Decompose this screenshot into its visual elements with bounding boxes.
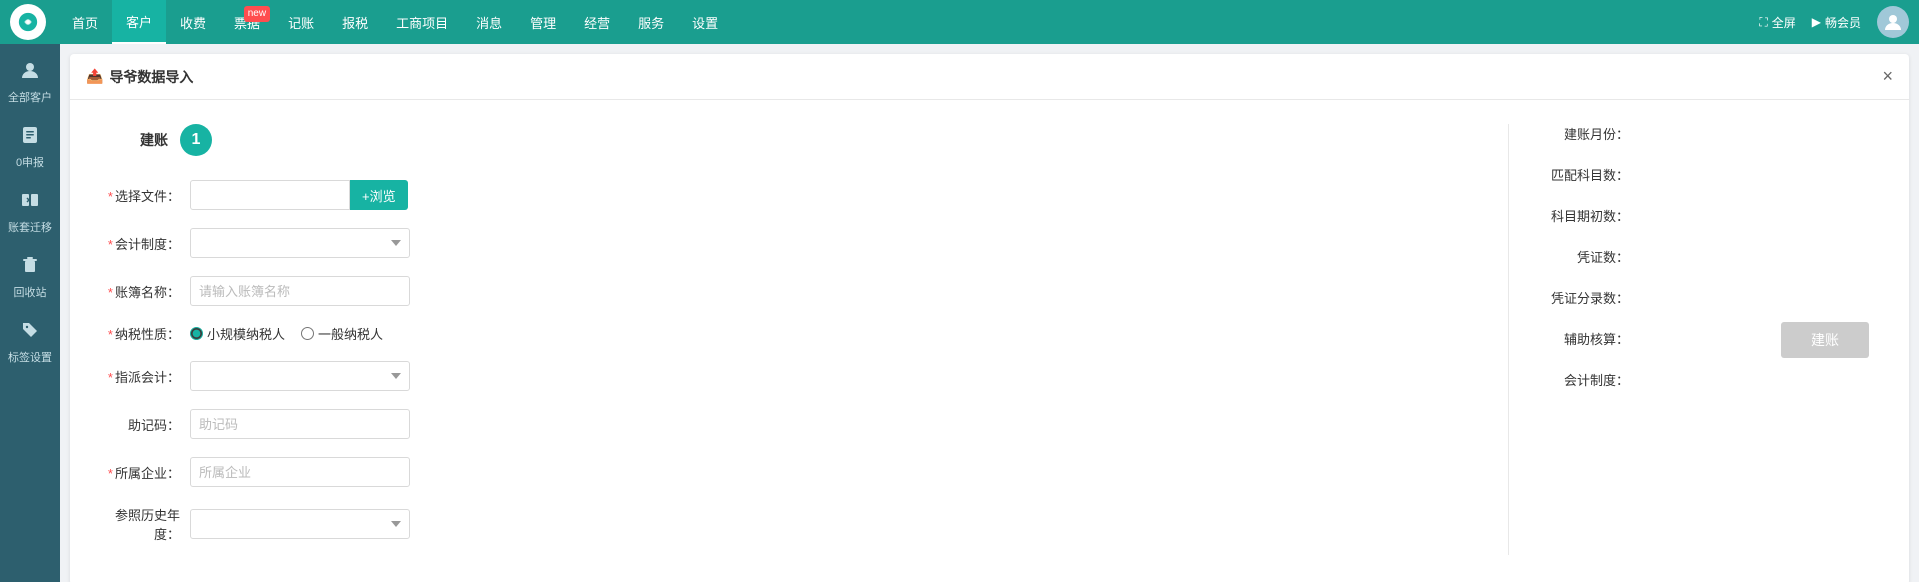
fullscreen-icon: ⛶ <box>1759 15 1767 30</box>
nav-fees[interactable]: 收费 <box>166 0 220 44</box>
dialog-title: 📤 导爷数据导入 <box>86 67 193 87</box>
accounting-system-label: *会计制度： <box>100 234 190 253</box>
info-section: 建账月份： 匹配科目数： 科目期初数： 凭证数： <box>1509 124 1909 555</box>
declaration-icon <box>20 125 40 150</box>
topnav: 首页 客户 收费 票据 new 记账 报税 工商项目 消息 管理 经营 服务 设… <box>0 0 1919 44</box>
sidebar-item-tags[interactable]: 标签设置 <box>2 312 58 373</box>
assign-accountant-row: *指派会计： <box>100 361 1478 391</box>
nav-home[interactable]: 首页 <box>58 0 112 44</box>
build-account-button[interactable]: 建账 <box>1781 322 1869 358</box>
sidebar-item-declaration[interactable]: 0申报 <box>2 117 58 178</box>
upload-icon: 📤 <box>86 68 103 85</box>
company-label: *所属企业： <box>100 463 190 482</box>
history-year-select[interactable] <box>190 509 410 539</box>
trash-icon <box>20 255 40 280</box>
nav-tax[interactable]: 报税 <box>328 0 382 44</box>
nav-tickets[interactable]: 票据 new <box>220 0 274 44</box>
required-star: * <box>108 189 113 204</box>
nav-service[interactable]: 服务 <box>624 0 678 44</box>
company-input[interactable] <box>190 457 410 487</box>
company-row: *所属企业： <box>100 457 1478 487</box>
main-content: 📤 导爷数据导入 × 建账 1 *选择文件： <box>60 44 1919 582</box>
build-month-row: 建账月份： <box>1549 124 1869 143</box>
tax-type-label: *纳税性质： <box>100 324 190 343</box>
tags-icon <box>20 320 40 345</box>
build-month-label: 建账月份： <box>1549 124 1639 143</box>
sidebar: 全部客户 0申报 账套迁移 <box>0 44 60 582</box>
match-subjects-row: 匹配科目数： <box>1549 165 1869 184</box>
tax-type-radio-group: 小规模纳税人 一般纳税人 <box>190 324 383 343</box>
accounting-system-row: *会计制度： <box>100 228 1478 258</box>
voucher-entries-label: 凭证分录数： <box>1549 288 1639 307</box>
new-badge: new <box>244 6 270 22</box>
accounting-system-select[interactable] <box>190 228 410 258</box>
voucher-count-label: 凭证数： <box>1549 247 1639 266</box>
sidebar-label-all-customers: 全部客户 <box>8 89 52 105</box>
logo <box>10 4 46 40</box>
vip-icon: ▶ <box>1812 15 1821 29</box>
dialog-wrapper: 📤 导爷数据导入 × 建账 1 *选择文件： <box>70 54 1909 582</box>
info-accounting-system-label: 会计制度： <box>1549 370 1639 389</box>
browse-button[interactable]: +浏览 <box>350 180 408 210</box>
tax-small-radio[interactable]: 小规模纳税人 <box>190 324 285 343</box>
tax-general-radio[interactable]: 一般纳税人 <box>301 324 383 343</box>
history-year-row: 参照历史年度： <box>100 505 1478 543</box>
layout: 全部客户 0申报 账套迁移 <box>0 44 1919 582</box>
close-button[interactable]: × <box>1882 66 1893 87</box>
sidebar-label-declaration: 0申报 <box>16 154 44 170</box>
ledger-name-input[interactable] <box>190 276 410 306</box>
nav-manage[interactable]: 管理 <box>516 0 570 44</box>
nav-bookkeeping[interactable]: 记账 <box>274 0 328 44</box>
memo-row: 助记码： <box>100 409 1478 439</box>
sidebar-label-tags: 标签设置 <box>8 349 52 365</box>
assign-accountant-select[interactable] <box>190 361 410 391</box>
topnav-right: ⛶ 全屏 ▶ 畅会员 <box>1759 6 1909 38</box>
sidebar-item-trash[interactable]: 回收站 <box>2 247 58 308</box>
tax-small-input[interactable] <box>190 327 203 340</box>
step-label-text: 建账 <box>140 130 168 150</box>
sidebar-item-all-customers[interactable]: 全部客户 <box>2 52 58 113</box>
voucher-entries-row: 凭证分录数： <box>1549 288 1869 307</box>
match-subjects-label: 匹配科目数： <box>1549 165 1639 184</box>
nav-operations[interactable]: 经营 <box>570 0 624 44</box>
step-circle: 1 <box>180 124 212 156</box>
nav-messages[interactable]: 消息 <box>462 0 516 44</box>
all-customers-icon <box>20 60 40 85</box>
period-initial-row: 科目期初数： <box>1549 206 1869 225</box>
voucher-count-row: 凭证数： <box>1549 247 1869 266</box>
vip-btn[interactable]: ▶ 畅会员 <box>1812 14 1861 31</box>
fullscreen-btn[interactable]: ⛶ 全屏 <box>1759 14 1795 31</box>
nav-business[interactable]: 工商项目 <box>382 0 462 44</box>
memo-label: 助记码： <box>100 415 190 434</box>
dialog-body: 建账 1 *选择文件： +浏览 <box>70 100 1909 579</box>
file-select-row: *选择文件： +浏览 <box>100 180 1478 210</box>
sidebar-label-trash: 回收站 <box>14 284 47 300</box>
migration-icon <box>20 190 40 215</box>
history-year-label: 参照历史年度： <box>100 505 190 543</box>
memo-input[interactable] <box>190 409 410 439</box>
file-input[interactable] <box>190 180 350 210</box>
aux-accounting-label: 辅助核算： <box>1549 329 1639 348</box>
nav-items: 首页 客户 收费 票据 new 记账 报税 工商项目 消息 管理 经营 服务 设… <box>58 0 1759 44</box>
dialog-header: 📤 导爷数据导入 × <box>70 54 1909 100</box>
file-label: *选择文件： <box>100 186 190 205</box>
form-section: 建账 1 *选择文件： +浏览 <box>70 124 1509 555</box>
ledger-name-label: *账簿名称： <box>100 282 190 301</box>
sidebar-label-migration: 账套迁移 <box>8 219 52 235</box>
step-header: 建账 1 <box>100 124 1478 156</box>
nav-settings[interactable]: 设置 <box>678 0 732 44</box>
ledger-name-row: *账簿名称： <box>100 276 1478 306</box>
tax-type-row: *纳税性质： 小规模纳税人 一般纳税人 <box>100 324 1478 343</box>
info-accounting-system-row: 会计制度： <box>1549 370 1869 389</box>
avatar[interactable] <box>1877 6 1909 38</box>
file-input-group: +浏览 <box>190 180 408 210</box>
assign-accountant-label: *指派会计： <box>100 367 190 386</box>
sidebar-item-migration[interactable]: 账套迁移 <box>2 182 58 243</box>
period-initial-label: 科目期初数： <box>1549 206 1639 225</box>
nav-customers[interactable]: 客户 <box>112 0 166 44</box>
tax-general-input[interactable] <box>301 327 314 340</box>
